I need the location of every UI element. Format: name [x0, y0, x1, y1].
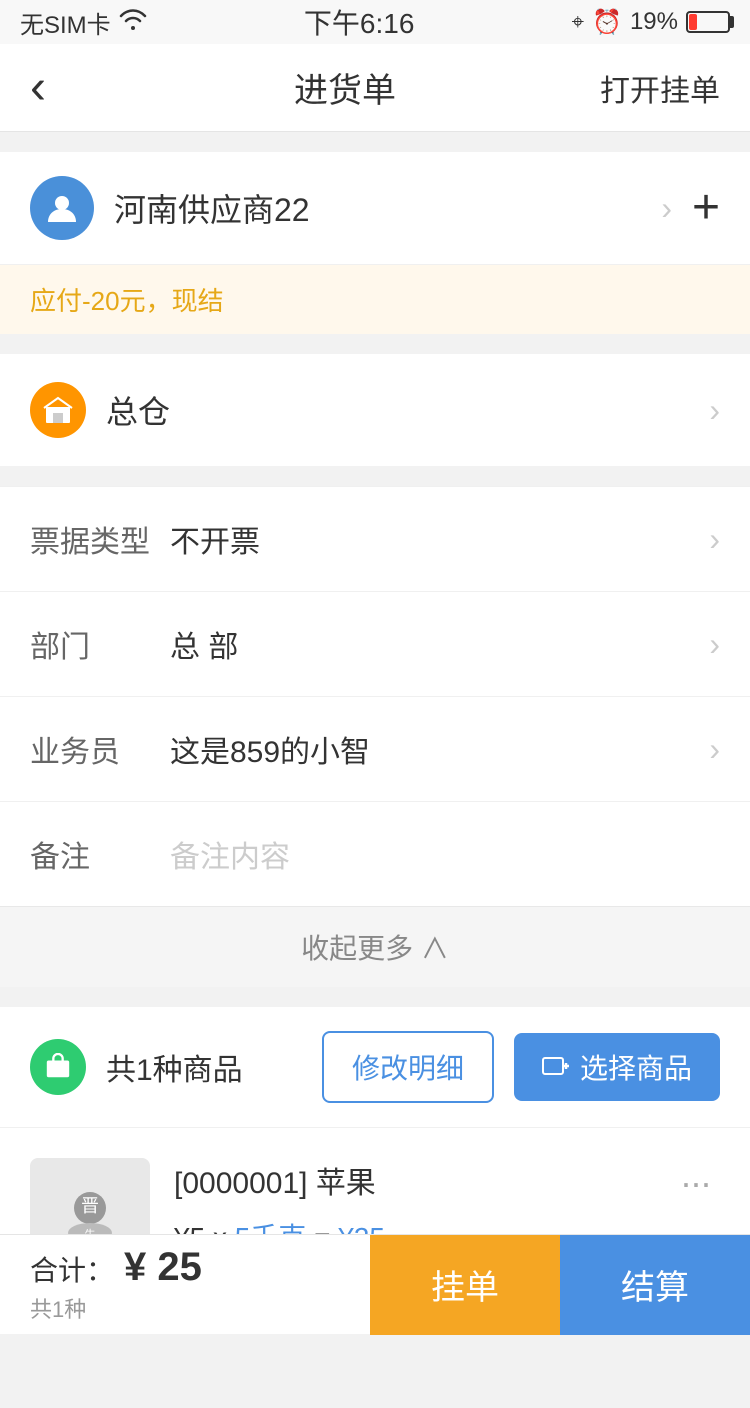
warehouse-name: 总仓: [106, 387, 709, 433]
products-header: 共1种商品 修改明细 选择商品: [0, 1007, 750, 1127]
status-bar: 无SIM卡 下午6:16 ⌖ ⏰ 19%: [0, 0, 750, 44]
bottom-bar: 合计： ¥ 25 共1种 挂单 结算: [0, 1234, 750, 1334]
svg-text:晋: 晋: [81, 1196, 99, 1216]
salesman-chevron-icon: ›: [709, 731, 720, 768]
back-button[interactable]: ‹: [30, 60, 90, 115]
supplier-avatar: [30, 176, 94, 240]
edit-detail-button[interactable]: 修改明细: [322, 1031, 494, 1103]
page-title: 进货单: [294, 63, 396, 112]
section-gap-1: [0, 132, 750, 152]
location-icon: ⌖: [572, 9, 584, 35]
select-product-button[interactable]: 选择商品: [514, 1033, 720, 1101]
open-hang-button[interactable]: 打开挂单: [600, 66, 720, 110]
total-amount: ¥ 25: [124, 1245, 202, 1290]
supplier-chevron-icon: ›: [661, 190, 672, 227]
battery-icon: [686, 11, 730, 33]
warehouse-row[interactable]: 总仓 ›: [0, 354, 750, 466]
salesman-value: 这是859的小智: [150, 727, 709, 771]
add-button[interactable]: +: [692, 184, 720, 232]
carrier-label: 无SIM卡: [20, 5, 111, 40]
collapse-bar[interactable]: 收起更多 ∧: [0, 906, 750, 987]
dept-row[interactable]: 部门 总 部 ›: [0, 591, 750, 696]
remark-input[interactable]: 备注内容: [150, 832, 720, 876]
supplier-name: 河南供应商22: [114, 185, 661, 231]
salesman-row[interactable]: 业务员 这是859的小智 ›: [0, 696, 750, 801]
total-text: 合计：: [30, 1249, 114, 1289]
product-more-button[interactable]: ···: [670, 1158, 720, 1208]
dept-label: 部门: [30, 622, 150, 666]
select-product-label: 选择商品: [580, 1047, 692, 1087]
ticket-type-value: 不开票: [150, 517, 709, 561]
status-time: 下午6:16: [304, 2, 415, 42]
notice-bar: 应付-20元，现结: [0, 265, 750, 334]
dept-chevron-icon: ›: [709, 626, 720, 663]
product-title-text: 苹果: [316, 1167, 376, 1200]
remark-row[interactable]: 备注 备注内容: [0, 801, 750, 906]
salesman-label: 业务员: [30, 727, 150, 771]
total-sub: 共1种: [30, 1292, 340, 1324]
dept-value: 总 部: [150, 622, 709, 666]
battery-percent: 19%: [630, 8, 678, 36]
total-label: 合计： ¥ 25: [30, 1245, 340, 1290]
products-count: 共1种商品: [106, 1045, 302, 1089]
section-gap-4: [0, 987, 750, 1007]
form-card: 票据类型 不开票 › 部门 总 部 › 业务员 这是859的小智 › 备注 备注…: [0, 486, 750, 906]
status-right: ⌖ ⏰ 19%: [572, 8, 730, 37]
ticket-type-label: 票据类型: [30, 517, 150, 561]
ticket-type-chevron-icon: ›: [709, 521, 720, 558]
remark-label: 备注: [30, 832, 150, 876]
nav-bar: ‹ 进货单 打开挂单: [0, 44, 750, 132]
status-left: 无SIM卡: [20, 5, 147, 40]
warehouse-chevron-icon: ›: [709, 392, 720, 429]
product-code: [0000001]: [174, 1167, 307, 1200]
warehouse-icon: [30, 382, 86, 438]
supplier-card: 河南供应商22 › + 应付-20元，现结: [0, 152, 750, 334]
ticket-type-row[interactable]: 票据类型 不开票 ›: [0, 486, 750, 591]
warehouse-card: 总仓 ›: [0, 354, 750, 466]
section-gap-3: [0, 466, 750, 486]
supplier-row[interactable]: 河南供应商22 › +: [0, 152, 750, 265]
wifi-icon: [119, 8, 147, 37]
product-name: [0000001] 苹果: [174, 1158, 646, 1202]
section-gap-2: [0, 334, 750, 354]
checkout-button[interactable]: 结算: [560, 1235, 750, 1335]
alarm-icon: ⏰: [592, 8, 622, 37]
total-section: 合计： ¥ 25 共1种: [0, 1245, 370, 1324]
hang-button[interactable]: 挂单: [370, 1235, 560, 1335]
products-icon: [30, 1039, 86, 1095]
